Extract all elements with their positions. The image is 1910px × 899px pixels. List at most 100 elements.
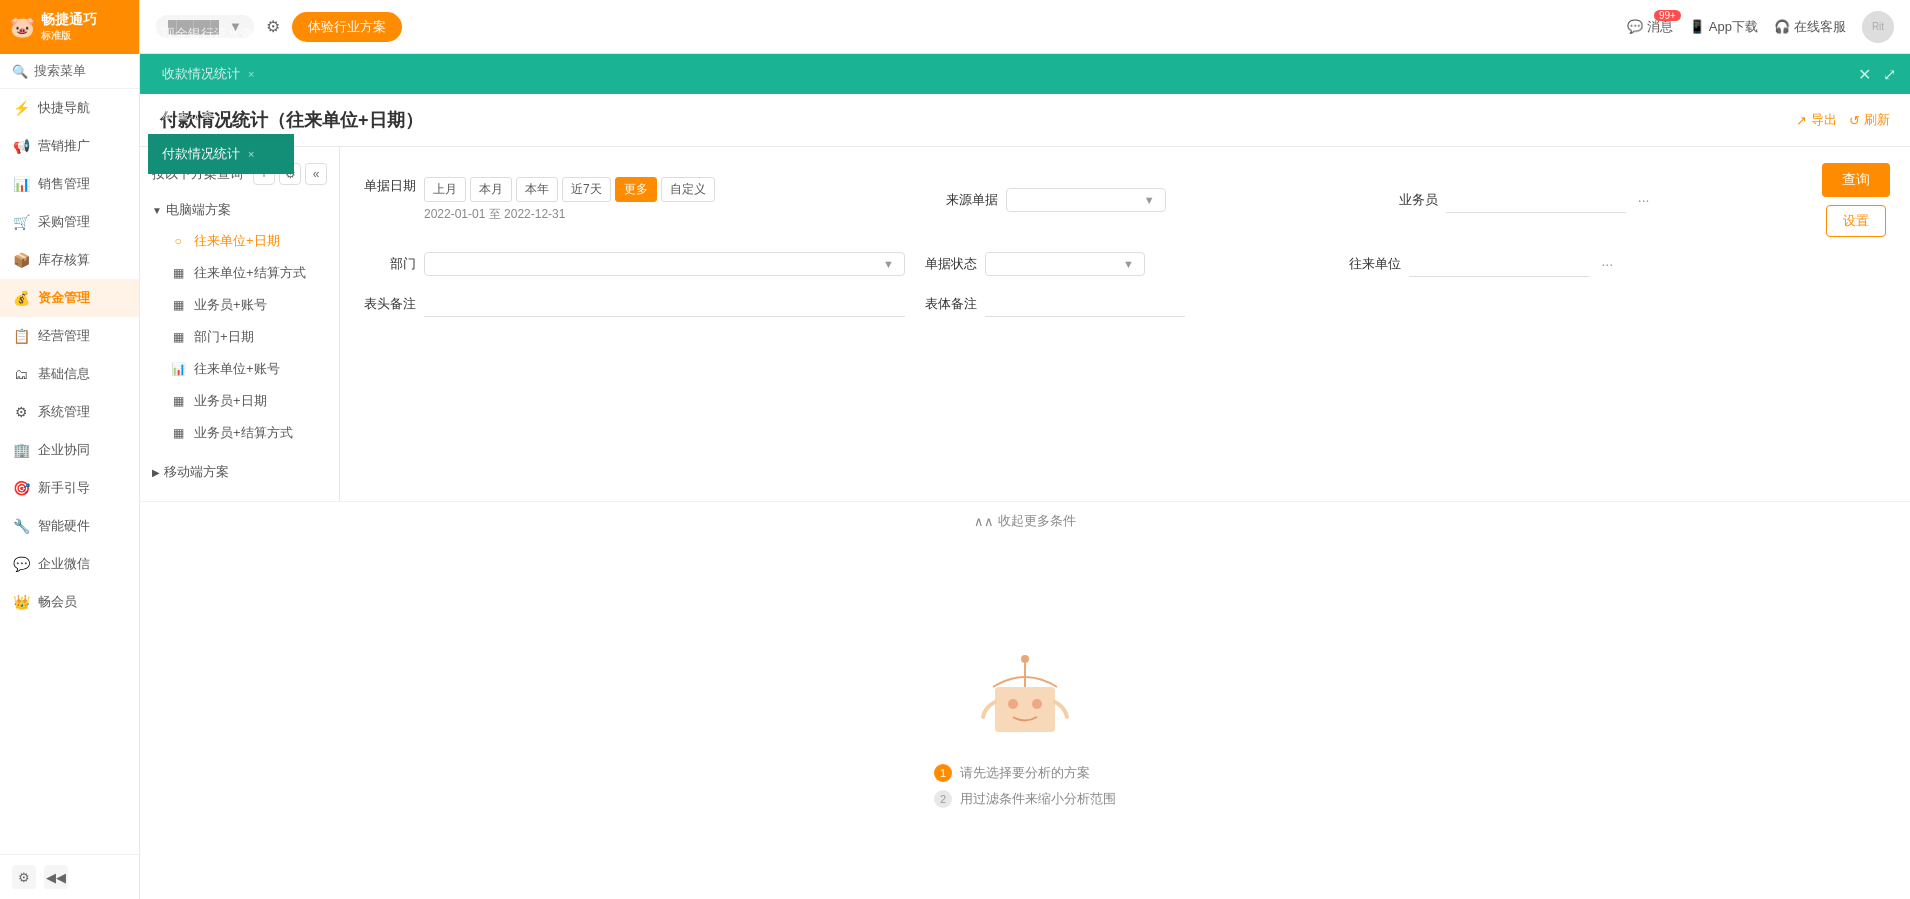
tab-close-2[interactable]: ×: [248, 68, 254, 80]
messages-action[interactable]: 💬 消息 99+: [1627, 18, 1673, 36]
member-icon: 👑: [12, 593, 30, 611]
source-select[interactable]: ▼: [1006, 188, 1166, 212]
phone-icon: 📱: [1689, 19, 1705, 34]
search-icon: 🔍: [12, 64, 28, 79]
sidebar-item-guide[interactable]: 🎯新手引导: [0, 469, 139, 507]
collapse-button[interactable]: ∧∧ 收起更多条件: [974, 512, 1076, 530]
online-service-action[interactable]: 🎧 在线客服: [1774, 18, 1846, 36]
tab-close-3[interactable]: ×: [222, 108, 228, 120]
sidebar-item-member[interactable]: 👑畅会员: [0, 583, 139, 621]
sidebar-item-wechat[interactable]: 💬企业微信: [0, 545, 139, 583]
query-button[interactable]: 查询: [1822, 163, 1890, 197]
tab-0[interactable]: 首页: [148, 0, 294, 14]
date-this-month-btn[interactable]: 本月: [470, 177, 512, 202]
date-custom-btn[interactable]: 自定义: [661, 177, 715, 202]
settings-button[interactable]: 设置: [1826, 205, 1886, 237]
sidebar-item-label-sales: 销售管理: [38, 175, 90, 193]
tab-3[interactable]: 新建方案×: [148, 94, 294, 134]
pc-scheme-group-header[interactable]: ▼ 电脑端方案: [140, 195, 339, 225]
dept-select[interactable]: ▼: [424, 252, 905, 276]
scheme-item-label-1: 往来单位+结算方式: [194, 264, 306, 282]
sidebar-settings-icon[interactable]: ⚙: [12, 865, 36, 889]
corp-icon: 🏢: [12, 441, 30, 459]
trial-button[interactable]: 体验行业方案: [292, 12, 402, 42]
scheme-item-1[interactable]: ▦往来单位+结算方式: [140, 257, 339, 289]
sidebar-search-label: 搜索菜单: [34, 62, 86, 80]
scheme-item-icon-3: ▦: [170, 329, 186, 345]
page-header-actions: ↗ 导出 ↺ 刷新: [1796, 111, 1890, 129]
filter-area: 单据日期 上月 本月 本年 近7天 更多 自定义 2022-01-01 至 20…: [340, 147, 1910, 501]
expand-tab-icon[interactable]: ⤢: [1877, 65, 1902, 84]
svg-rect-0: [995, 687, 1055, 732]
query-area: 按以下方案查询 + ⚙ « ▼ 电脑端方案 ○往来单位+日期▦往来单位+结算方式…: [140, 147, 1910, 501]
source-filter-label: 来源单据: [942, 191, 998, 209]
sidebar-logo: 🐷 畅捷通巧 标准版: [0, 0, 139, 54]
sidebar-item-basic[interactable]: 🗂基础信息: [0, 355, 139, 393]
mobile-scheme-group-header[interactable]: ▶ 移动端方案: [140, 457, 339, 487]
export-button[interactable]: ↗ 导出: [1796, 111, 1837, 129]
scheme-item-2[interactable]: ▦业务员+账号: [140, 289, 339, 321]
scheme-item-4[interactable]: 📊往来单位+账号: [140, 353, 339, 385]
scheme-item-3[interactable]: ▦部门+日期: [140, 321, 339, 353]
mobile-scheme-group-label: 移动端方案: [164, 463, 229, 481]
sidebar-item-marketing[interactable]: 📢营销推广: [0, 127, 139, 165]
sidebar-collapse-icon[interactable]: ◀◀: [44, 865, 68, 889]
tab-close-4[interactable]: ×: [248, 148, 254, 160]
refresh-button[interactable]: ↺ 刷新: [1849, 111, 1890, 129]
date-this-year-btn[interactable]: 本年: [516, 177, 558, 202]
date-7days-btn[interactable]: 近7天: [562, 177, 611, 202]
app-download-action[interactable]: 📱 App下载: [1689, 18, 1758, 36]
sidebar-item-operation[interactable]: 📋经营管理: [0, 317, 139, 355]
sidebar-item-finance[interactable]: 💰资金管理: [0, 279, 139, 317]
body-note-input[interactable]: [985, 291, 1185, 317]
tab-1[interactable]: 现金银行流水查询×: [148, 14, 294, 54]
sidebar-item-label-purchase: 采购管理: [38, 213, 90, 231]
headset-icon: 🎧: [1774, 19, 1790, 34]
main-container: ██████ ▼ ⚙ 体验行业方案 💬 消息 99+ 📱 App下载 🎧 在线客…: [140, 0, 1910, 899]
agent-input[interactable]: [1446, 187, 1626, 213]
status-select[interactable]: ▼: [985, 252, 1145, 276]
sidebar-item-inventory[interactable]: 📦库存核算: [0, 241, 139, 279]
partner-more-btn[interactable]: ···: [1597, 256, 1617, 272]
pc-scheme-group-label: 电脑端方案: [166, 201, 231, 219]
date-more-btn[interactable]: 更多: [615, 177, 657, 202]
tab-4[interactable]: 付款情况统计×: [148, 134, 294, 174]
sidebar-item-quick-nav[interactable]: ⚡快捷导航: [0, 89, 139, 127]
header-note-input[interactable]: [424, 291, 905, 317]
scheme-item-label-0: 往来单位+日期: [194, 232, 280, 250]
close-all-tabs-icon[interactable]: ✕: [1852, 65, 1877, 84]
sidebar-item-label-operation: 经营管理: [38, 327, 90, 345]
date-preset-group: 上月 本月 本年 近7天 更多 自定义: [424, 177, 715, 202]
scheme-item-6[interactable]: ▦业务员+结算方式: [140, 417, 339, 449]
message-icon: 💬: [1627, 19, 1643, 34]
scheme-item-icon-4: 📊: [170, 361, 186, 377]
date-last-month-btn[interactable]: 上月: [424, 177, 466, 202]
svg-point-2: [1032, 699, 1042, 709]
tab-close-1[interactable]: ×: [274, 28, 280, 40]
scheme-item-icon-6: ▦: [170, 425, 186, 441]
empty-state: 1 请先选择要分析的方案 2 用过滤条件来缩小分析范围: [140, 540, 1910, 899]
sidebar-item-label-finance: 资金管理: [38, 289, 90, 307]
body-note-label: 表体备注: [921, 295, 977, 313]
sidebar-item-purchase[interactable]: 🛒采购管理: [0, 203, 139, 241]
partner-input[interactable]: [1409, 251, 1589, 277]
topbar-actions: 💬 消息 99+ 📱 App下载 🎧 在线客服 Rit: [1627, 11, 1894, 43]
user-avatar[interactable]: Rit: [1862, 11, 1894, 43]
tab-2[interactable]: 收款情况统计×: [148, 54, 294, 94]
filter-row-1: 单据日期 上月 本月 本年 近7天 更多 自定义 2022-01-01 至 20…: [360, 163, 1890, 237]
svg-point-4: [1021, 655, 1029, 663]
header-note-label: 表头备注: [360, 295, 416, 313]
sidebar-item-label-wechat: 企业微信: [38, 555, 90, 573]
scheme-items-pc: ○往来单位+日期▦往来单位+结算方式▦业务员+账号▦部门+日期📊往来单位+账号▦…: [140, 225, 339, 449]
sidebar-item-system[interactable]: ⚙系统管理: [0, 393, 139, 431]
sidebar-item-corp[interactable]: 🏢企业协同: [0, 431, 139, 469]
scheme-item-5[interactable]: ▦业务员+日期: [140, 385, 339, 417]
sidebar-item-sales[interactable]: 📊销售管理: [0, 165, 139, 203]
scheme-item-0[interactable]: ○往来单位+日期: [140, 225, 339, 257]
sidebar: 🐷 畅捷通巧 标准版 🔍 搜索菜单 ⚡快捷导航📢营销推广📊销售管理🛒采购管理📦库…: [0, 0, 140, 899]
collapse-label: 收起更多条件: [998, 512, 1076, 530]
agent-more-btn[interactable]: ···: [1634, 192, 1654, 208]
scheme-collapse-icon[interactable]: «: [305, 163, 327, 185]
sidebar-search[interactable]: 🔍 搜索菜单: [0, 54, 139, 89]
sidebar-item-hardware[interactable]: 🔧智能硬件: [0, 507, 139, 545]
